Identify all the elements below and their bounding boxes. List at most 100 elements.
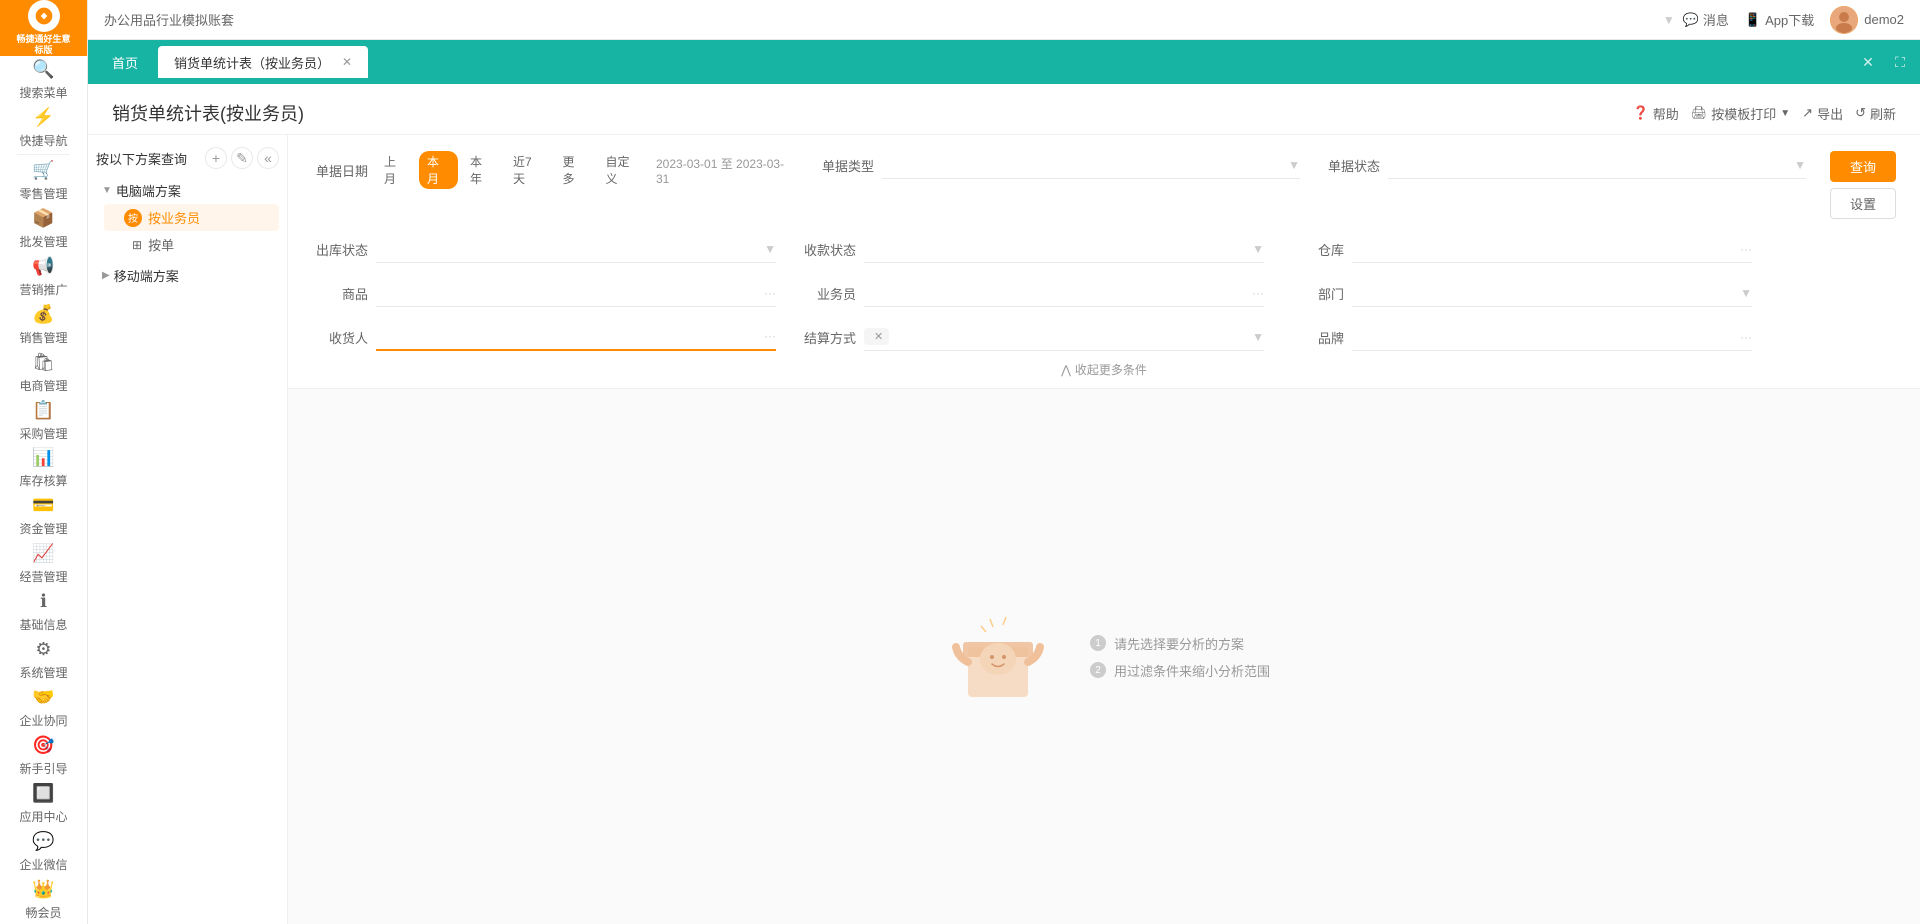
print-btn[interactable]: 🖨 按模板打印 ▼ (1691, 104, 1790, 123)
brand-label: 品牌 (1288, 328, 1344, 347)
scheme-item-salesperson[interactable]: 按 按业务员 (104, 204, 279, 231)
tab-sales-stat[interactable]: 销货单统计表（按业务员） ✕ (158, 46, 368, 78)
sidebar-item-sales[interactable]: 💰 销售管理 (0, 301, 88, 349)
empty-tip-2: 2 用过滤条件来缩小分析范围 (1090, 661, 1270, 680)
filter-item-brand: 品牌 ··· (1288, 323, 1752, 351)
salesperson-select[interactable]: ··· (864, 279, 1264, 307)
sidebar-item-label: 基础信息 (19, 616, 67, 633)
out-status-select[interactable]: ▼ (376, 235, 776, 263)
content-body: 按以下方案查询 + ✎ « ▼ 电脑端方案 按 按 (88, 135, 1920, 924)
sidebar-item-newbie[interactable]: 🎯 新手引导 (0, 732, 88, 780)
collapse-scheme-btn[interactable]: « (257, 147, 279, 169)
sidebar-item-quick-nav[interactable]: ⚡ 快捷导航 (0, 104, 88, 152)
filter-item-product: 商品 ··· (312, 279, 776, 307)
sidebar-item-basic[interactable]: ℹ 基础信息 (0, 588, 88, 636)
sidebar-item-enterprise[interactable]: 🤝 企业协同 (0, 684, 88, 732)
wholesale-icon: 📦 (32, 208, 54, 229)
warehouse-more-icon: ··· (1740, 242, 1752, 256)
consignee-input[interactable]: ··· (376, 323, 776, 351)
mobile-section-arrow: ▶ (102, 270, 110, 281)
pc-section-arrow: ▼ (102, 185, 112, 196)
sidebar-item-label: 资金管理 (19, 520, 67, 537)
filter-item-order-type: 单据类型 ▼ (818, 151, 1300, 179)
date-tab-more[interactable]: 更多 (554, 151, 593, 189)
mobile-section-label: 移动端方案 (114, 266, 179, 285)
sidebar-item-retail[interactable]: 🛒 零售管理 (0, 157, 88, 205)
sidebar-item-label: 搜索菜单 (19, 84, 67, 101)
payment-status-select[interactable]: ▼ (864, 235, 1264, 263)
warehouse-label: 仓库 (1288, 240, 1344, 259)
settings-btn[interactable]: 设置 (1830, 188, 1896, 219)
wechat-icon: 💬 (32, 831, 54, 852)
brand-select[interactable]: ··· (1352, 323, 1752, 351)
collapse-btn[interactable]: ⋀ 收起更多条件 (1061, 361, 1147, 378)
tab-expand-btn[interactable]: ⛶ (1888, 50, 1912, 74)
refresh-btn[interactable]: ↺ 刷新 (1855, 104, 1896, 123)
message-btn[interactable]: 💬 消息 (1683, 10, 1729, 29)
sidebar-item-apps[interactable]: 🔲 应用中心 (0, 780, 88, 828)
sidebar-item-label: 畅会员 (25, 904, 61, 921)
sidebar-item-inventory[interactable]: 📊 库存核算 (0, 444, 88, 492)
sidebar-item-member[interactable]: 👑 畅会员 (0, 876, 88, 924)
export-btn[interactable]: ↗ 导出 (1802, 104, 1843, 123)
order-type-select[interactable]: ▼ (882, 151, 1300, 179)
date-tab-this-month[interactable]: 本月 (419, 151, 458, 189)
sidebar-item-purchase[interactable]: 📋 采购管理 (0, 397, 88, 445)
settlement-tag-close[interactable]: ✕ (874, 330, 883, 343)
tab-close-all-btn[interactable]: ✕ (1856, 50, 1880, 74)
order-type-label: 单据类型 (818, 156, 874, 175)
sidebar-item-label: 企业微信 (19, 856, 67, 873)
pc-section-title[interactable]: ▼ 电脑端方案 (96, 177, 279, 204)
sidebar-item-search[interactable]: 🔍 搜索菜单 (0, 56, 88, 104)
date-tab-last-month[interactable]: 上月 (376, 151, 415, 189)
product-select[interactable]: ··· (376, 279, 776, 307)
mobile-section-title[interactable]: ▶ 移动端方案 (96, 262, 279, 289)
order-type-dropdown-icon: ▼ (1288, 158, 1300, 172)
scheme-item-order[interactable]: ⊞ 按单 (104, 231, 279, 258)
filter-row-2: 出库状态 ▼ 收款状态 ▼ (312, 235, 1896, 263)
settlement-select[interactable]: ✕ ▼ (864, 323, 1264, 351)
tab-close-btn[interactable]: ✕ (342, 55, 352, 69)
sidebar-item-marketing[interactable]: 📢 营销推广 (0, 253, 88, 301)
sidebar-item-operation[interactable]: 📈 经营管理 (0, 540, 88, 588)
scheme-item-label: 按单 (148, 235, 174, 254)
edit-scheme-btn[interactable]: ✎ (231, 147, 253, 169)
date-tab-7days[interactable]: 近7天 (505, 151, 550, 189)
warehouse-select[interactable]: ··· (1352, 235, 1752, 263)
sidebar-item-label: 企业协同 (19, 712, 67, 729)
filter-row-1: 单据日期 上月 本月 本年 近7天 更多 自定义 20 (312, 151, 1896, 219)
dropdown-icon[interactable]: ▼ (1663, 13, 1675, 27)
order-status-select[interactable]: ▼ (1388, 151, 1806, 179)
basic-icon: ℹ (40, 591, 47, 612)
sidebar-item-ecommerce[interactable]: 🛍 电商管理 (0, 349, 88, 397)
sidebar-item-wholesale[interactable]: 📦 批发管理 (0, 205, 88, 253)
query-btn[interactable]: 查询 (1830, 151, 1896, 182)
sidebar-item-label: 系统管理 (19, 664, 67, 681)
order-status-dropdown-icon: ▼ (1794, 158, 1806, 172)
query-buttons: 查询 设置 (1830, 151, 1896, 219)
scheme-item-label: 按业务员 (148, 208, 200, 227)
help-icon: ❓ (1633, 105, 1649, 121)
date-tab-this-year[interactable]: 本年 (462, 151, 501, 189)
sidebar-item-system[interactable]: ⚙ 系统管理 (0, 636, 88, 684)
user-profile[interactable]: demo2 (1830, 6, 1904, 34)
date-label: 单据日期 (312, 161, 368, 180)
help-btn[interactable]: ❓ 帮助 (1633, 104, 1679, 123)
logo-icon (28, 0, 60, 32)
newbie-icon: 🎯 (32, 735, 54, 756)
sidebar-item-wechat[interactable]: 💬 企业微信 (0, 828, 88, 876)
empty-state: 1 请先选择要分析的方案 2 用过滤条件来缩小分析范围 (288, 389, 1920, 924)
sidebar-item-label: 批发管理 (19, 233, 67, 250)
enterprise-icon: 🤝 (32, 687, 54, 708)
app-download-btn[interactable]: 📱 App下载 (1745, 10, 1814, 29)
tab-home[interactable]: 首页 (96, 46, 154, 78)
content: 销货单统计表(按业务员) ❓ 帮助 🖨 按模板打印 ▼ ↗ 导出 ↺ 刷新 (88, 84, 1920, 924)
filter-item-order-status: 单据状态 ▼ (1324, 151, 1806, 179)
add-scheme-btn[interactable]: + (205, 147, 227, 169)
retail-icon: 🛒 (32, 160, 54, 181)
date-tab-custom[interactable]: 自定义 (597, 151, 648, 189)
sidebar-item-finance[interactable]: 💳 资金管理 (0, 492, 88, 540)
department-select[interactable]: ▼ (1352, 279, 1752, 307)
print-icon: 🖨 (1691, 105, 1708, 121)
filter-item-out-status: 出库状态 ▼ (312, 235, 776, 263)
